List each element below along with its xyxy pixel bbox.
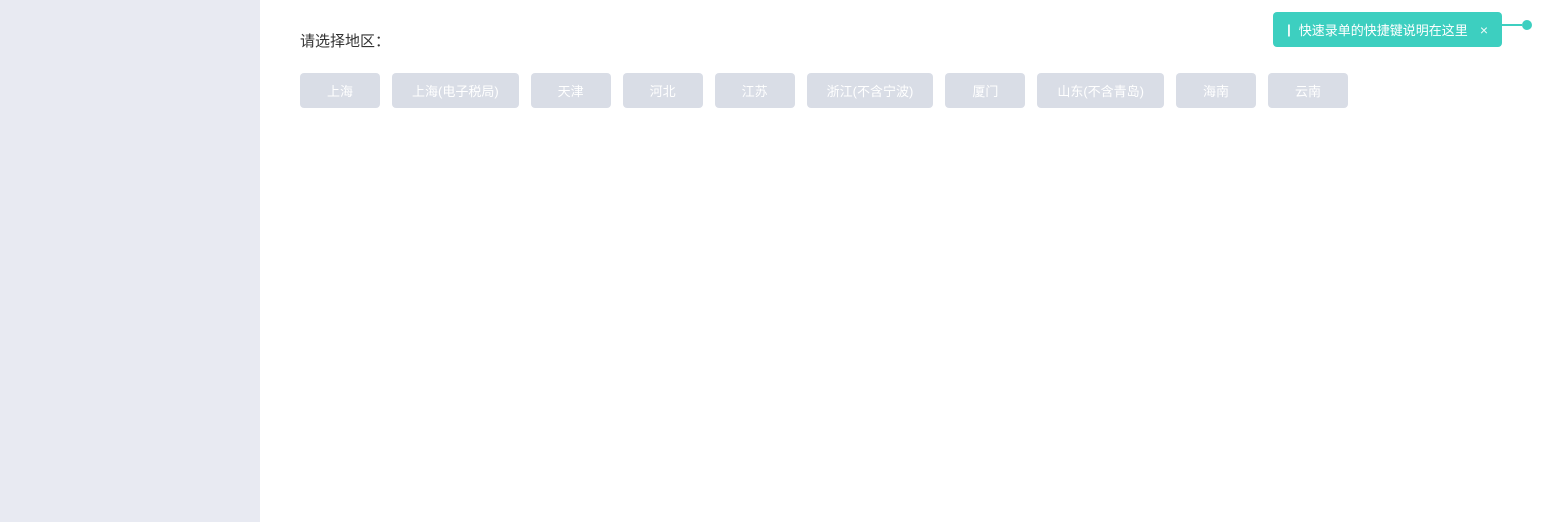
- region-btn-tianjin[interactable]: 天津: [531, 73, 611, 108]
- region-btn-shanghai[interactable]: 上海: [300, 73, 380, 108]
- region-btn-jiangsu[interactable]: 江苏: [715, 73, 795, 108]
- region-btn-shandong[interactable]: 山东(不含青岛): [1037, 73, 1164, 108]
- sidebar: [0, 0, 260, 522]
- region-buttons-container: 上海上海(电子税局) 天津河北江苏浙江(不含宁波) 厦门山东(不含青岛) 海南云南: [300, 73, 1522, 108]
- tooltip-dot: [1522, 20, 1532, 30]
- region-btn-xiamen[interactable]: 厦门: [945, 73, 1025, 108]
- region-btn-shanghai-etax[interactable]: 上海(电子税局): [392, 73, 519, 108]
- main-content: 请选择地区： 上海上海(电子税局)天津河北江苏浙江(不含宁波)厦门山东(不含青岛…: [260, 0, 1562, 522]
- tooltip-text: 快速录单的快捷键说明在这里: [1299, 20, 1468, 39]
- tooltip-close-button[interactable]: ×: [1480, 22, 1488, 38]
- tooltip-banner: 快速录单的快捷键说明在这里 ×: [1273, 12, 1502, 47]
- region-btn-hebei[interactable]: 河北: [623, 73, 703, 108]
- tooltip-line: [1502, 24, 1522, 26]
- region-btn-zhejiang[interactable]: 浙江(不含宁波): [807, 73, 934, 108]
- region-btn-yunnan[interactable]: 云南: [1268, 73, 1348, 108]
- region-btn-hainan[interactable]: 海南: [1176, 73, 1256, 108]
